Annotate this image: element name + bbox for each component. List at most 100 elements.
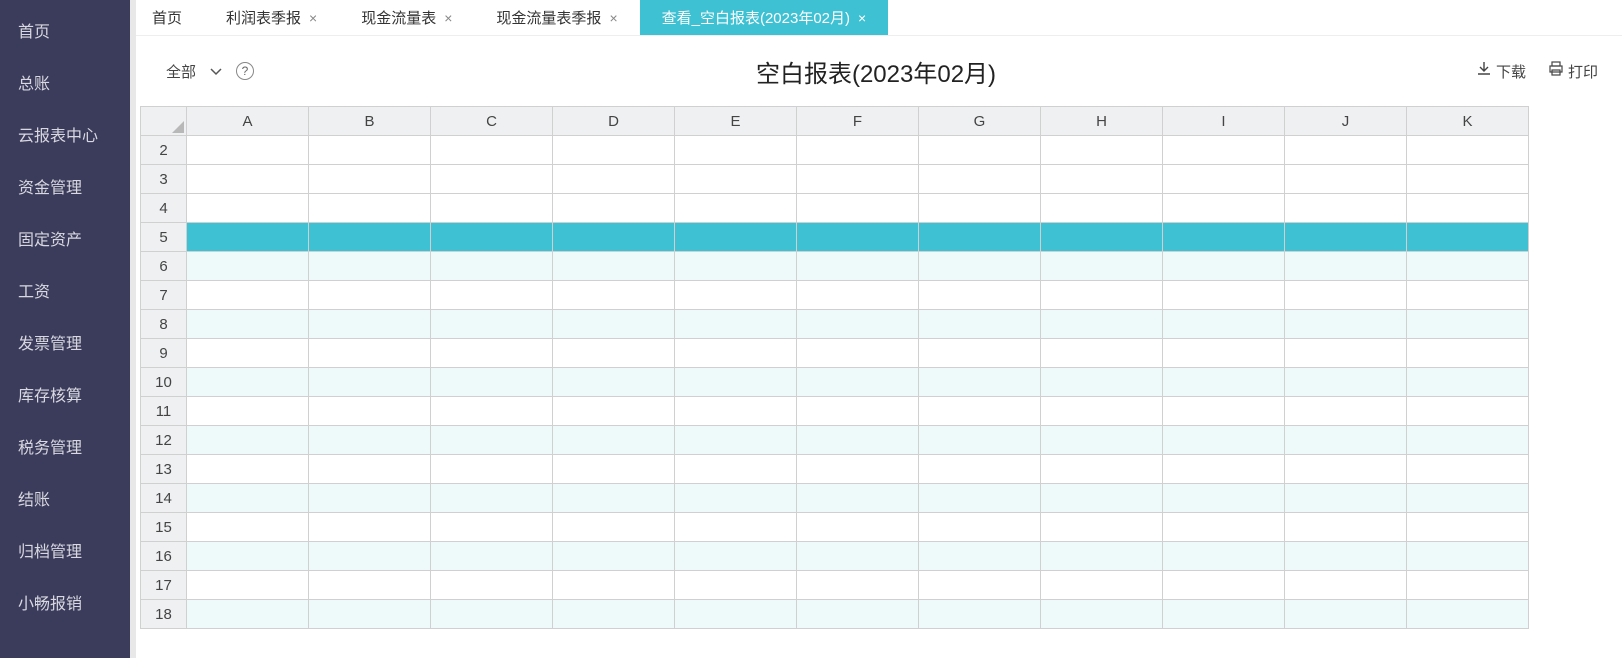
cell[interactable] [187,426,309,455]
tab[interactable]: 首页 [130,0,204,35]
cell[interactable] [675,426,797,455]
cell[interactable] [431,397,553,426]
cell[interactable] [553,542,675,571]
cell[interactable] [187,484,309,513]
cell[interactable] [309,194,431,223]
cell[interactable] [553,136,675,165]
cell[interactable] [797,310,919,339]
cell[interactable] [797,600,919,629]
cell[interactable] [553,252,675,281]
cell[interactable] [187,194,309,223]
cell[interactable] [553,455,675,484]
cell[interactable] [1285,339,1407,368]
row-header[interactable]: 6 [141,252,187,281]
cell[interactable] [919,513,1041,542]
cell[interactable] [797,368,919,397]
sidebar-item[interactable]: 固定资产 [0,212,130,264]
cell[interactable] [1407,455,1529,484]
tab[interactable]: 现金流量表× [339,0,474,35]
cell[interactable] [919,368,1041,397]
cell[interactable] [675,484,797,513]
row-header[interactable]: 3 [141,165,187,194]
cell[interactable] [309,542,431,571]
cell[interactable] [1163,600,1285,629]
cell[interactable] [431,339,553,368]
cell[interactable] [309,513,431,542]
cell[interactable] [1285,252,1407,281]
cell[interactable] [797,397,919,426]
cell[interactable] [797,339,919,368]
row-header[interactable]: 2 [141,136,187,165]
cell[interactable] [1163,339,1285,368]
cell[interactable] [309,600,431,629]
cell[interactable] [553,397,675,426]
help-icon[interactable]: ? [236,62,254,80]
cell[interactable] [1041,397,1163,426]
tab[interactable]: 查看_空白报表(2023年02月)× [640,0,889,35]
cell[interactable] [1163,136,1285,165]
cell[interactable] [1163,397,1285,426]
cell[interactable] [1407,426,1529,455]
cell[interactable] [309,571,431,600]
tab[interactable]: 利润表季报× [204,0,339,35]
cell[interactable] [1407,513,1529,542]
cell[interactable] [797,194,919,223]
cell[interactable] [187,542,309,571]
cell[interactable] [1163,223,1285,252]
cell[interactable] [187,310,309,339]
row-header[interactable]: 11 [141,397,187,426]
cell[interactable] [1041,484,1163,513]
cell[interactable] [1163,542,1285,571]
cell[interactable] [1407,165,1529,194]
cell[interactable] [187,513,309,542]
column-header[interactable]: E [675,107,797,136]
cell[interactable] [919,600,1041,629]
cell[interactable] [553,484,675,513]
cell[interactable] [1041,165,1163,194]
cell[interactable] [1285,136,1407,165]
row-header[interactable]: 4 [141,194,187,223]
cell[interactable] [309,455,431,484]
cell[interactable] [431,542,553,571]
cell[interactable] [1407,310,1529,339]
cell[interactable] [919,252,1041,281]
cell[interactable] [1285,194,1407,223]
cell[interactable] [1407,368,1529,397]
sidebar-item[interactable]: 工资 [0,264,130,316]
cell[interactable] [675,165,797,194]
cell[interactable] [431,136,553,165]
cell[interactable] [553,339,675,368]
cell[interactable] [553,310,675,339]
cell[interactable] [1407,571,1529,600]
row-header[interactable]: 12 [141,426,187,455]
cell[interactable] [553,368,675,397]
cell[interactable] [1285,513,1407,542]
cell[interactable] [309,368,431,397]
cell[interactable] [1285,397,1407,426]
sidebar-item[interactable]: 小畅报销 [0,576,130,628]
cell[interactable] [553,513,675,542]
cell[interactable] [553,600,675,629]
row-header[interactable]: 10 [141,368,187,397]
cell[interactable] [1407,252,1529,281]
cell[interactable] [797,542,919,571]
column-header[interactable]: I [1163,107,1285,136]
cell[interactable] [797,281,919,310]
cell[interactable] [797,426,919,455]
cell[interactable] [309,252,431,281]
sidebar-item[interactable]: 税务管理 [0,420,130,472]
cell[interactable] [187,455,309,484]
cell[interactable] [1041,513,1163,542]
cell[interactable] [431,426,553,455]
cell[interactable] [675,571,797,600]
cell[interactable] [675,281,797,310]
row-header[interactable]: 15 [141,513,187,542]
cell[interactable] [797,455,919,484]
print-button[interactable]: 打印 [1548,61,1598,82]
cell[interactable] [187,165,309,194]
cell[interactable] [309,281,431,310]
row-header[interactable]: 5 [141,223,187,252]
column-header[interactable]: H [1041,107,1163,136]
close-icon[interactable]: × [609,10,617,26]
cell[interactable] [1285,455,1407,484]
